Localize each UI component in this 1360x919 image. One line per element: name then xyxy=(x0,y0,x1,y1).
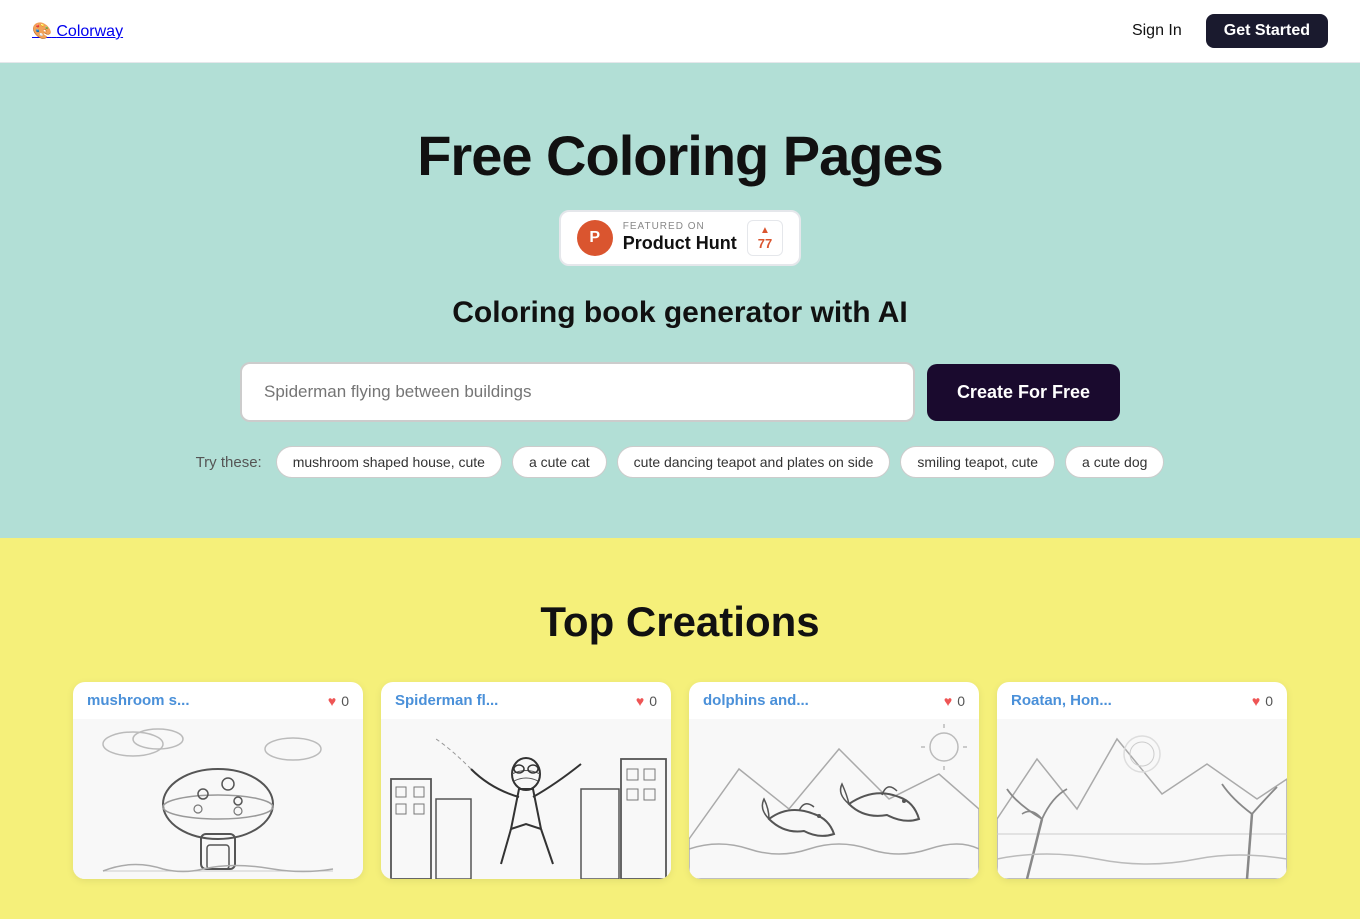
ph-text: FEATURED ON Product Hunt xyxy=(623,221,737,255)
try-chip-3[interactable]: smiling teapot, cute xyxy=(900,446,1055,478)
card-0-header: mushroom s... ♥ 0 xyxy=(73,682,363,719)
logo-emoji: 🎨 xyxy=(32,23,52,40)
hero-section: Free Coloring Pages P FEATURED ON Produc… xyxy=(0,63,1360,538)
heart-icon: ♥ xyxy=(328,693,336,709)
card-3-title: Roatan, Hon... xyxy=(1011,692,1112,709)
gallery-section: Top Creations mushroom s... ♥ 0 xyxy=(0,538,1360,919)
try-label: Try these: xyxy=(196,454,262,471)
card-3-likes: ♥ 0 xyxy=(1252,693,1273,709)
card-0[interactable]: mushroom s... ♥ 0 xyxy=(73,682,363,879)
card-1-header: Spiderman fl... ♥ 0 xyxy=(381,682,671,719)
navbar: 🎨 Colorway Sign In Get Started xyxy=(0,0,1360,63)
upvote-triangle-icon: ▲ xyxy=(760,225,770,236)
ph-featured-label: FEATURED ON xyxy=(623,221,737,233)
card-1-image xyxy=(381,719,671,879)
try-these-row: Try these: mushroom shaped house, cute a… xyxy=(20,446,1340,478)
search-row: Create For Free xyxy=(240,362,1120,422)
card-2-image xyxy=(689,719,979,879)
gallery-title: Top Creations xyxy=(40,598,1320,646)
cards-row: mushroom s... ♥ 0 xyxy=(40,682,1320,879)
logo-text: Colorway xyxy=(56,23,123,40)
search-input[interactable] xyxy=(240,362,915,422)
ph-vote-count: 77 xyxy=(758,236,772,251)
ph-logo: P xyxy=(577,220,613,256)
card-1[interactable]: Spiderman fl... ♥ 0 xyxy=(381,682,671,879)
ph-votes: ▲ 77 xyxy=(747,220,783,256)
card-2-header: dolphins and... ♥ 0 xyxy=(689,682,979,719)
card-1-like-count: 0 xyxy=(649,693,657,709)
card-3[interactable]: Roatan, Hon... ♥ 0 xyxy=(997,682,1287,879)
try-chip-0[interactable]: mushroom shaped house, cute xyxy=(276,446,502,478)
ph-logo-letter: P xyxy=(589,229,600,247)
card-2[interactable]: dolphins and... ♥ 0 xyxy=(689,682,979,879)
create-button[interactable]: Create For Free xyxy=(927,364,1120,421)
card-2-like-count: 0 xyxy=(957,693,965,709)
card-0-title: mushroom s... xyxy=(87,692,190,709)
try-chip-4[interactable]: a cute dog xyxy=(1065,446,1164,478)
card-0-like-count: 0 xyxy=(341,693,349,709)
logo-link[interactable]: 🎨 Colorway xyxy=(32,21,123,41)
nav-links: Sign In Get Started xyxy=(1132,14,1328,48)
product-hunt-badge[interactable]: P FEATURED ON Product Hunt ▲ 77 xyxy=(559,210,801,266)
card-2-title: dolphins and... xyxy=(703,692,809,709)
heart-icon: ♥ xyxy=(1252,693,1260,709)
get-started-link[interactable]: Get Started xyxy=(1206,14,1328,48)
ph-name: Product Hunt xyxy=(623,233,737,255)
card-0-image xyxy=(73,719,363,879)
card-2-likes: ♥ 0 xyxy=(944,693,965,709)
card-3-like-count: 0 xyxy=(1265,693,1273,709)
hero-subtitle: Coloring book generator with AI xyxy=(20,296,1340,330)
card-1-title: Spiderman fl... xyxy=(395,692,498,709)
heart-icon: ♥ xyxy=(636,693,644,709)
heart-icon: ♥ xyxy=(944,693,952,709)
hero-title: Free Coloring Pages xyxy=(20,123,1340,188)
card-3-image xyxy=(997,719,1287,879)
card-0-likes: ♥ 0 xyxy=(328,693,349,709)
try-chip-1[interactable]: a cute cat xyxy=(512,446,607,478)
try-chip-2[interactable]: cute dancing teapot and plates on side xyxy=(617,446,891,478)
sign-in-link[interactable]: Sign In xyxy=(1132,22,1182,40)
card-1-likes: ♥ 0 xyxy=(636,693,657,709)
card-3-header: Roatan, Hon... ♥ 0 xyxy=(997,682,1287,719)
